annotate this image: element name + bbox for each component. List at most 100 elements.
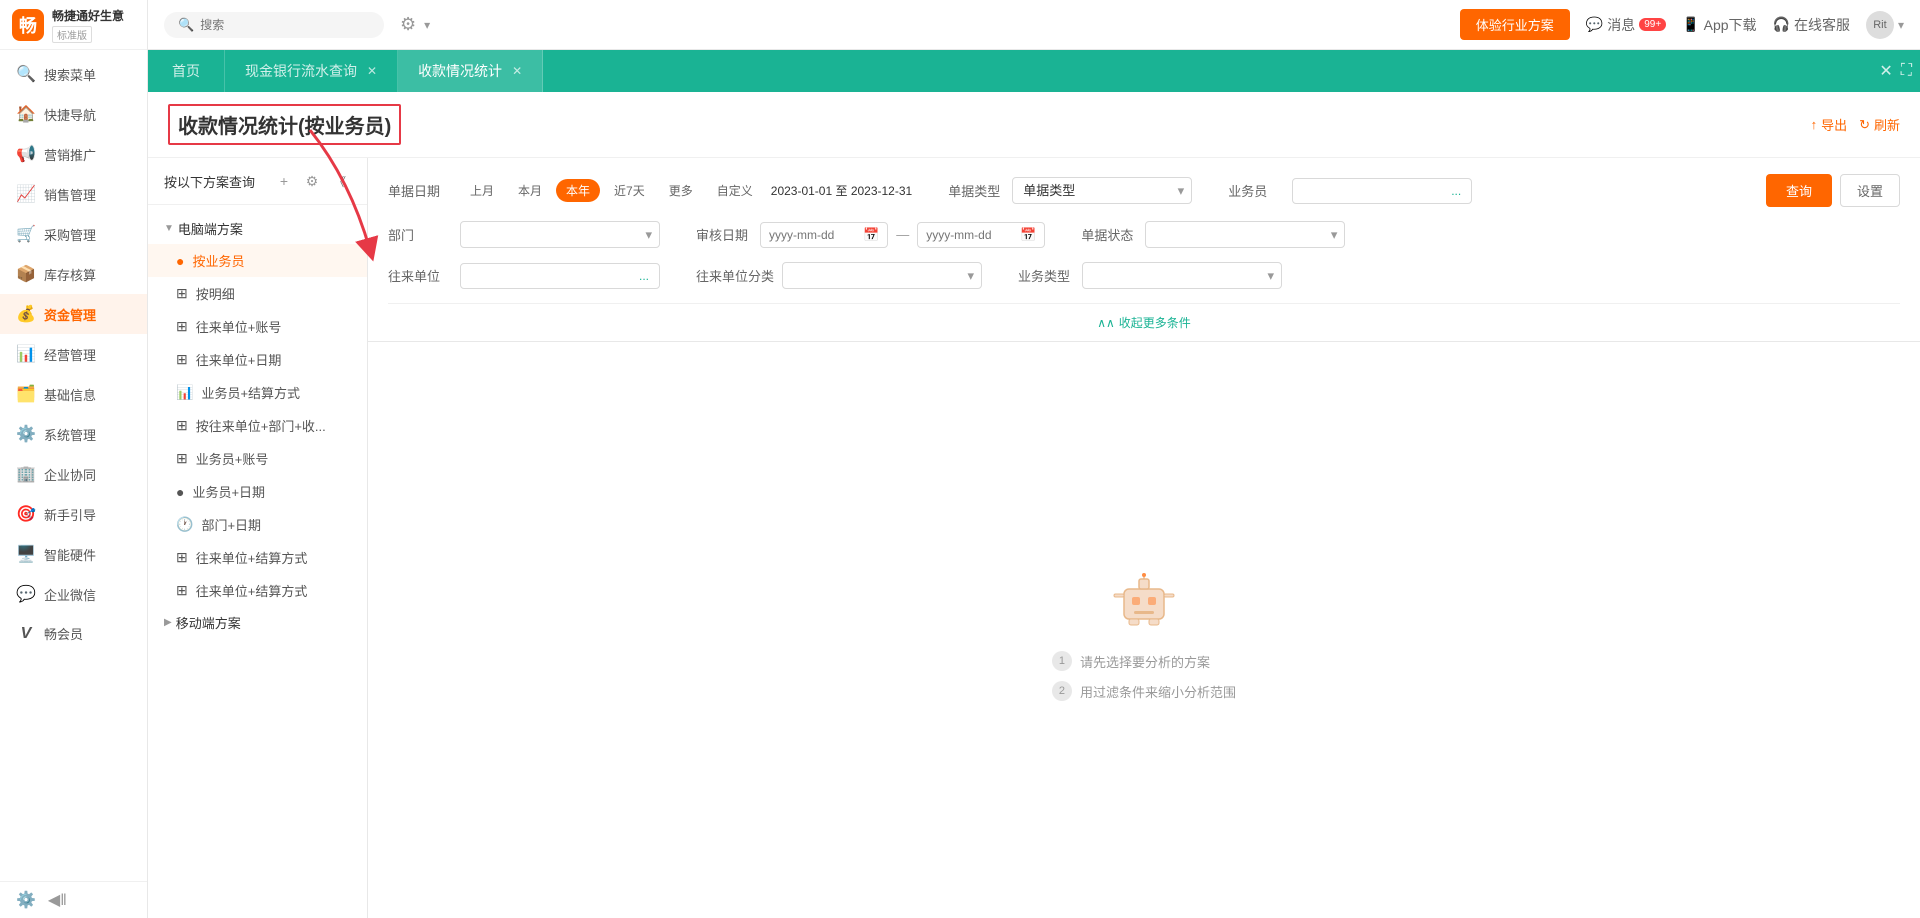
topbar-search-input[interactable] bbox=[200, 18, 360, 32]
tree-item-salesperson-account[interactable]: ⊞ 业务员+账号 bbox=[148, 442, 367, 475]
add-scheme-btn[interactable]: + bbox=[273, 170, 295, 192]
date-shortcut-7days[interactable]: 近7天 bbox=[604, 179, 655, 202]
step-1-num: 1 bbox=[1052, 651, 1072, 671]
date-shortcut-custom[interactable]: 自定义 bbox=[707, 179, 763, 202]
sidebar-item-inventory[interactable]: 📦 库存核算 bbox=[0, 254, 147, 294]
sidebar-item-newbie[interactable]: 🎯 新手引导 bbox=[0, 494, 147, 534]
sidebar-footer: ⚙️ ◀‖ bbox=[0, 881, 147, 918]
tree-item-by-salesperson[interactable]: ● 按业务员 bbox=[148, 244, 367, 277]
tree-item-partner-dept-coll[interactable]: ⊞ 按往来单位+部门+收... bbox=[148, 409, 367, 442]
filter-settings-btn[interactable]: 设置 bbox=[1840, 174, 1900, 207]
review-date-start-box[interactable]: 📅 bbox=[760, 222, 888, 248]
tree-item-partner-account-icon: ⊞ bbox=[176, 318, 188, 335]
tab-close-all-icon[interactable]: ✕ bbox=[1879, 61, 1892, 81]
topbar-search-box[interactable]: 🔍 bbox=[164, 12, 384, 38]
sidebar-item-hardware[interactable]: 🖥️ 智能硬件 bbox=[0, 534, 147, 574]
sidebar-item-purchase[interactable]: 🛒 采购管理 bbox=[0, 214, 147, 254]
sidebar-item-quick-nav[interactable]: 🏠 快捷导航 bbox=[0, 94, 147, 134]
panel-header: 按以下方案查询 + ⚙ 《 bbox=[148, 158, 367, 205]
partner-more-btn[interactable]: ... bbox=[639, 269, 649, 283]
partner-input-box[interactable]: ... bbox=[460, 263, 660, 289]
tree-item-partner-account[interactable]: ⊞ 往来单位+账号 bbox=[148, 310, 367, 343]
app-download-btn[interactable]: 📱 App下载 bbox=[1682, 15, 1756, 35]
tree-item-partner-dept-icon: ⊞ bbox=[176, 417, 188, 434]
sidebar-item-operations[interactable]: 📊 经营管理 bbox=[0, 334, 147, 374]
online-service-btn[interactable]: 🎧 在线客服 bbox=[1773, 15, 1850, 35]
tab-home[interactable]: 首页 bbox=[148, 50, 225, 92]
sidebar-item-marketing[interactable]: 📢 营销推广 bbox=[0, 134, 147, 174]
voucher-type-group: 单据类型 单据类型 bbox=[948, 177, 1192, 204]
query-btn[interactable]: 查询 bbox=[1766, 174, 1832, 207]
export-btn[interactable]: ↑ 导出 bbox=[1811, 115, 1848, 134]
tree-item-partner-date[interactable]: ⊞ 往来单位+日期 bbox=[148, 343, 367, 376]
partner-category-select-wrapper bbox=[782, 262, 982, 289]
sidebar-item-member[interactable]: V 畅会员 bbox=[0, 614, 147, 653]
panel-title: 按以下方案查询 bbox=[164, 172, 255, 191]
calendar-start-icon: 📅 bbox=[863, 227, 879, 243]
scheme-settings-btn[interactable]: ⚙ bbox=[301, 170, 323, 192]
review-date-end-input[interactable] bbox=[926, 228, 1016, 242]
sidebar-item-basic-info[interactable]: 🗂️ 基础信息 bbox=[0, 374, 147, 414]
user-avatar: Rit bbox=[1866, 11, 1894, 39]
tab-close-bank-flow[interactable]: ✕ bbox=[367, 64, 377, 78]
operations-icon: 📊 bbox=[16, 344, 36, 364]
date-shortcut-this-year[interactable]: 本年 bbox=[556, 179, 600, 202]
empty-state-icon bbox=[1104, 559, 1184, 639]
collapse-sidebar-icon[interactable]: ◀‖ bbox=[48, 890, 67, 910]
sales-icon: 📈 bbox=[16, 184, 36, 204]
sidebar-item-sales[interactable]: 📈 销售管理 bbox=[0, 174, 147, 214]
empty-step-2: 2 用过滤条件来缩小分析范围 bbox=[1052, 681, 1236, 701]
tree-item-dept-date[interactable]: 🕐 部门+日期 bbox=[148, 508, 367, 541]
tree-item-salesperson-date[interactable]: ● 业务员+日期 bbox=[148, 475, 367, 508]
trial-btn[interactable]: 体验行业方案 bbox=[1460, 9, 1570, 40]
review-date-start-input[interactable] bbox=[769, 228, 859, 242]
tab-expand-icon[interactable]: ⛶ bbox=[1901, 62, 1912, 80]
tree-item-by-detail[interactable]: ⊞ 按明细 bbox=[148, 277, 367, 310]
sidebar-item-system[interactable]: ⚙️ 系统管理 bbox=[0, 414, 147, 454]
date-shortcut-more[interactable]: 更多 bbox=[659, 179, 703, 202]
topbar-gear-icon[interactable]: ⚙ bbox=[400, 14, 416, 35]
messages-btn[interactable]: 💬 消息 99+ bbox=[1586, 15, 1666, 35]
business-type-select[interactable] bbox=[1082, 262, 1282, 289]
dept-select[interactable] bbox=[460, 221, 660, 248]
voucher-status-group: 单据状态 bbox=[1081, 221, 1345, 248]
voucher-type-select-wrapper: 单据类型 bbox=[1012, 177, 1192, 204]
date-shortcut-last-month[interactable]: 上月 bbox=[460, 179, 504, 202]
date-shortcut-this-month[interactable]: 本月 bbox=[508, 179, 552, 202]
message-badge: 99+ bbox=[1639, 18, 1666, 31]
sidebar-item-wechat[interactable]: 💬 企业微信 bbox=[0, 574, 147, 614]
tree-group-mobile[interactable]: ▶ 移动端方案 bbox=[148, 607, 367, 638]
tree-group-desktop[interactable]: ▼ 电脑端方案 bbox=[148, 213, 367, 244]
member-icon: V bbox=[16, 625, 36, 643]
sidebar-item-finance[interactable]: 💰 资金管理 bbox=[0, 294, 147, 334]
user-area[interactable]: Rit ▾ bbox=[1866, 11, 1904, 39]
salesperson-more-btn[interactable]: ... bbox=[1451, 184, 1461, 198]
tab-bank-flow[interactable]: 现金银行流水查询 ✕ bbox=[225, 50, 398, 92]
page-header: 收款情况统计(按业务员) ↑ 导出 ↻ 刷新 bbox=[148, 92, 1920, 158]
tree-item-partner-settle1[interactable]: ⊞ 往来单位+结算方式 bbox=[148, 541, 367, 574]
tree-item-partner-settle1-icon: ⊞ bbox=[176, 549, 188, 566]
salesperson-input-box[interactable]: ... bbox=[1292, 178, 1472, 204]
topbar-search-icon: 🔍 bbox=[178, 17, 194, 33]
review-date-label: 审核日期 bbox=[696, 225, 752, 244]
refresh-btn[interactable]: ↻ 刷新 bbox=[1859, 115, 1900, 134]
page-title: 收款情况统计(按业务员) bbox=[168, 104, 401, 145]
tree-item-salesperson-settle[interactable]: 📊 业务员+结算方式 bbox=[148, 376, 367, 409]
settings-footer-icon[interactable]: ⚙️ bbox=[16, 890, 36, 910]
voucher-type-select[interactable]: 单据类型 bbox=[1012, 177, 1192, 204]
partner-category-select[interactable] bbox=[782, 262, 982, 289]
tab-collection-stats[interactable]: 收款情况统计 ✕ bbox=[398, 50, 543, 92]
collapse-panel-btn[interactable]: 《 bbox=[329, 170, 351, 192]
tab-close-collection-stats[interactable]: ✕ bbox=[512, 64, 522, 78]
sidebar-item-search[interactable]: 🔍 搜索菜单 bbox=[0, 54, 147, 94]
finance-icon: 💰 bbox=[16, 304, 36, 324]
hardware-icon: 🖥️ bbox=[16, 544, 36, 564]
voucher-status-select[interactable] bbox=[1145, 221, 1345, 248]
voucher-type-label: 单据类型 bbox=[948, 181, 1004, 200]
topbar-dropdown-icon[interactable]: ▾ bbox=[424, 18, 430, 32]
sidebar-item-enterprise[interactable]: 🏢 企业协同 bbox=[0, 454, 147, 494]
collapse-bar[interactable]: ∧∧ 收起更多条件 bbox=[388, 303, 1900, 341]
tree-item-partner-settle2[interactable]: ⊞ 往来单位+结算方式 bbox=[148, 574, 367, 607]
tabbar-right: ✕ ⛶ bbox=[1879, 61, 1920, 81]
review-date-end-box[interactable]: 📅 bbox=[917, 222, 1045, 248]
